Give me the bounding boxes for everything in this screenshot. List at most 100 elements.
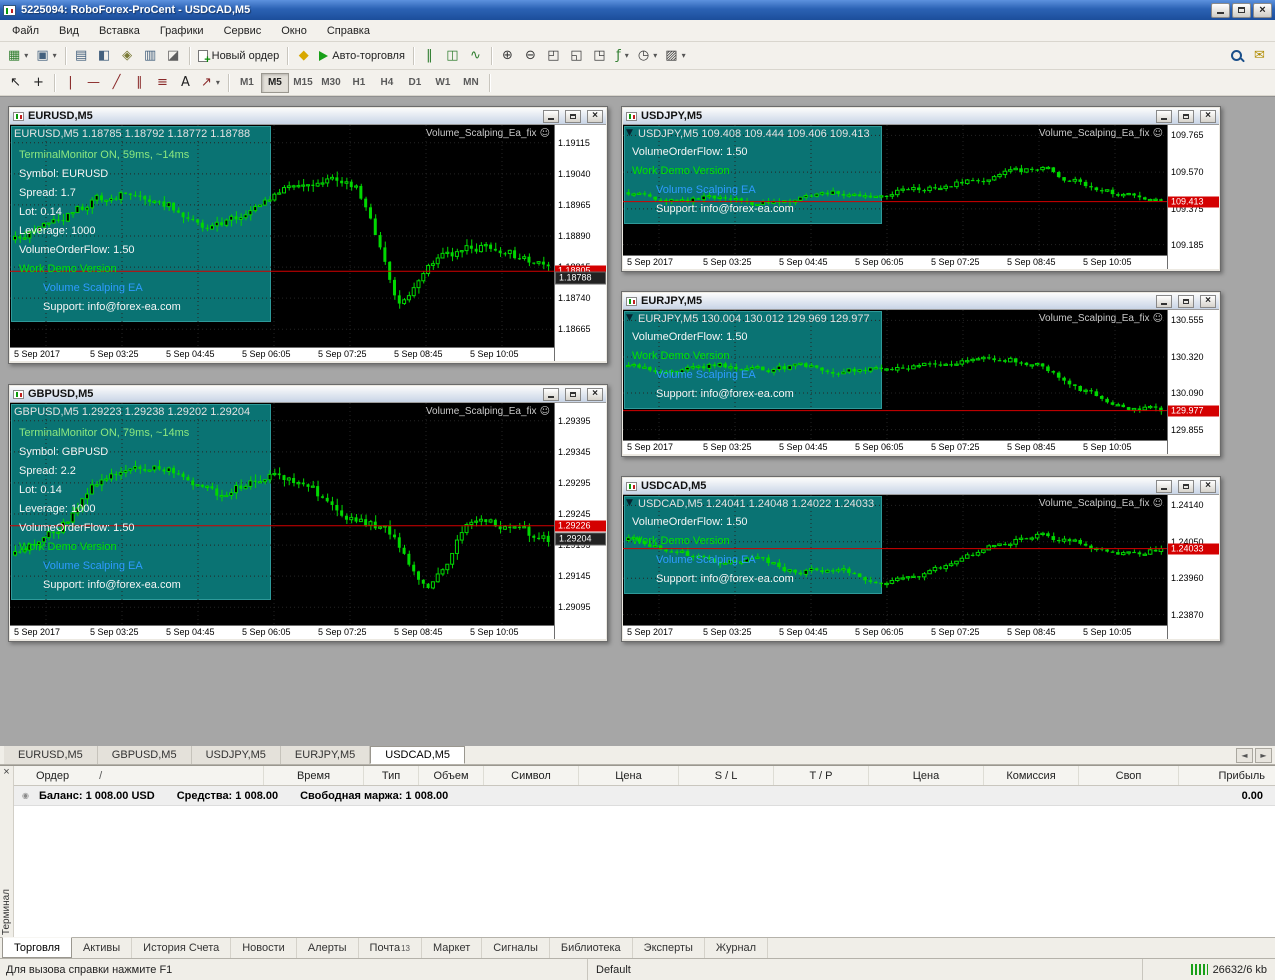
chart-plot-area[interactable]: VolumeOrderFlow: 1.50 Work Demo Version Vo… [623,310,1167,440]
timeframe-mn-button[interactable]: MN [457,73,485,93]
terminal-close-button[interactable]: × [3,766,9,779]
chart-window-eurjpy[interactable]: EURJPY,M5 × VolumeOrderFlow: 1.50 Work De… [621,291,1221,457]
chart-minimize-button[interactable] [543,109,559,123]
chart-restore-button[interactable] [1178,294,1194,308]
menu-insert[interactable]: Вставка [89,22,150,40]
equidistant-channel-button[interactable]: ∥ [128,72,151,94]
menu-help[interactable]: Справка [317,22,380,40]
autotrading-button[interactable]: Авто-торговля [315,45,409,67]
chart-window-titlebar[interactable]: EURUSD,M5 × [10,108,606,125]
timeframe-m5-button[interactable]: M5 [260,72,289,93]
menu-charts[interactable]: Графики [150,22,214,40]
chart-tab-eurusd[interactable]: EURUSD,M5 [4,746,98,764]
chart-window-titlebar[interactable]: EURJPY,M5 × [623,293,1219,310]
new-order-button[interactable]: Новый ордер [194,45,284,67]
chart-window-titlebar[interactable]: USDCAD,M5 × [623,478,1219,495]
metaeditor-button[interactable]: ◆ [292,45,315,67]
chart-minimize-button[interactable] [1156,479,1172,493]
chart-restore-button[interactable] [1178,479,1194,493]
crosshair-button[interactable]: + [27,72,50,94]
strategy-tester-button[interactable]: ◪ [162,45,185,67]
chart-close-button[interactable]: × [587,109,603,123]
terminal-tab-trade[interactable]: Торговля [2,937,72,958]
timeframe-h4-button[interactable]: H4 [373,73,401,93]
terminal-tab-market[interactable]: Маркет [422,938,483,958]
templates-button[interactable]: ▨ ▾ [661,45,689,67]
tile-windows-button[interactable]: ◰ [542,45,565,67]
terminal-tab-assets[interactable]: Активы [72,938,133,958]
trendline-button[interactable]: ╱ [105,72,128,94]
zoom-in-button[interactable]: ⊕ [496,45,519,67]
chart-window-usdcad[interactable]: USDCAD,M5 × VolumeOrderFlow: 1.50 Work De… [621,476,1221,642]
candlestick-chart-button[interactable]: ◫ [441,45,464,67]
chart-close-button[interactable]: × [1200,479,1216,493]
timeframe-m15-button[interactable]: M15 [289,73,317,93]
balance-row[interactable]: ◉ Баланс: 1 008.00 USD Средства: 1 008.0… [14,786,1275,806]
timeframe-m30-button[interactable]: M30 [317,73,345,93]
data-window-button[interactable]: ◧ [93,45,116,67]
terminal-tab-library[interactable]: Библиотека [550,938,633,958]
terminal-button[interactable]: ▥ [139,45,162,67]
chart-minimize-button[interactable] [1156,109,1172,123]
tab-scroll-left-button[interactable]: ◄ [1236,747,1253,763]
cursor-button[interactable]: ↖ [4,72,27,94]
chart-tab-usdjpy[interactable]: USDJPY,M5 [191,746,281,764]
chart-minimize-button[interactable] [1156,294,1172,308]
chart-restore-button[interactable] [565,387,581,401]
terminal-tab-account-history[interactable]: История Счета [132,938,232,958]
market-watch-button[interactable]: ▤ [70,45,93,67]
menu-file[interactable]: Файл [2,22,49,40]
vertical-line-button[interactable]: | [59,72,82,94]
zoom-out-button[interactable]: ⊖ [519,45,542,67]
new-chart-button[interactable]: ▦ ▾ [4,45,32,67]
timeframe-d1-button[interactable]: D1 [401,73,429,93]
chart-close-button[interactable]: × [1200,294,1216,308]
bar-chart-button[interactable]: ‖ [418,45,441,67]
terminal-tab-alerts[interactable]: Алерты [297,938,359,958]
timeframe-h1-button[interactable]: H1 [345,73,373,93]
restore-button[interactable] [1232,2,1251,18]
status-profile[interactable]: Default [588,959,1143,980]
fibonacci-button[interactable]: ≡ [151,72,174,94]
timeframe-m1-button[interactable]: M1 [233,73,261,93]
tab-scroll-right-button[interactable]: ► [1255,747,1272,763]
menu-view[interactable]: Вид [49,22,89,40]
tile-vertical-button[interactable]: ◱ [565,45,588,67]
search-button[interactable] [1225,45,1248,67]
navigator-button[interactable]: ◈ [116,45,139,67]
chat-button[interactable]: ✉ [1248,45,1271,67]
horizontal-line-button[interactable]: — [82,72,105,94]
terminal-tab-journal[interactable]: Журнал [705,938,769,958]
terminal-tab-mailbox[interactable]: Почта 13 [359,938,422,958]
terminal-tab-news[interactable]: Новости [231,938,297,958]
close-button[interactable]: × [1253,2,1272,18]
chart-close-button[interactable]: × [587,387,603,401]
profiles-button[interactable]: ▣ ▾ [32,45,60,67]
chart-window-eurusd[interactable]: EURUSD,M5 × TerminalMonitor ON, 59ms, ~1… [8,106,608,364]
indicators-button[interactable]: ƒ ▾ [611,45,634,67]
line-chart-button[interactable]: ∿ [464,45,487,67]
chart-plot-area[interactable]: TerminalMonitor ON, 59ms, ~14ms Symbol: E… [10,125,554,347]
chart-tab-usdcad[interactable]: USDCAD,M5 [370,746,466,764]
chart-window-titlebar[interactable]: USDJPY,M5 × [623,108,1219,125]
chart-restore-button[interactable] [1178,109,1194,123]
chart-window-gbpusd[interactable]: GBPUSD,M5 × TerminalMonitor ON, 79ms, ~1… [8,384,608,642]
minimize-button[interactable] [1211,2,1230,18]
chart-restore-button[interactable] [565,109,581,123]
terminal-tab-signals[interactable]: Сигналы [482,938,550,958]
chart-minimize-button[interactable] [543,387,559,401]
chart-window-usdjpy[interactable]: USDJPY,M5 × VolumeOrderFlow: 1.50 Work De… [621,106,1221,272]
terminal-tab-experts[interactable]: Эксперты [633,938,705,958]
chart-plot-area[interactable]: VolumeOrderFlow: 1.50 Work Demo Version Vo… [623,125,1167,255]
chart-tab-gbpusd[interactable]: GBPUSD,M5 [97,746,192,764]
chart-window-titlebar[interactable]: GBPUSD,M5 × [10,386,606,403]
periods-button[interactable]: ◷ ▾ [634,45,661,67]
chart-plot-area[interactable]: VolumeOrderFlow: 1.50 Work Demo Version Vo… [623,495,1167,625]
text-label-button[interactable]: A [174,72,197,94]
chart-plot-area[interactable]: TerminalMonitor ON, 79ms, ~14ms Symbol: G… [10,403,554,625]
timeframe-w1-button[interactable]: W1 [429,73,457,93]
chart-tab-eurjpy[interactable]: EURJPY,M5 [280,746,371,764]
arrows-button[interactable]: ↗ ▾ [197,72,224,94]
cascade-windows-button[interactable]: ◳ [588,45,611,67]
chart-close-button[interactable]: × [1200,109,1216,123]
